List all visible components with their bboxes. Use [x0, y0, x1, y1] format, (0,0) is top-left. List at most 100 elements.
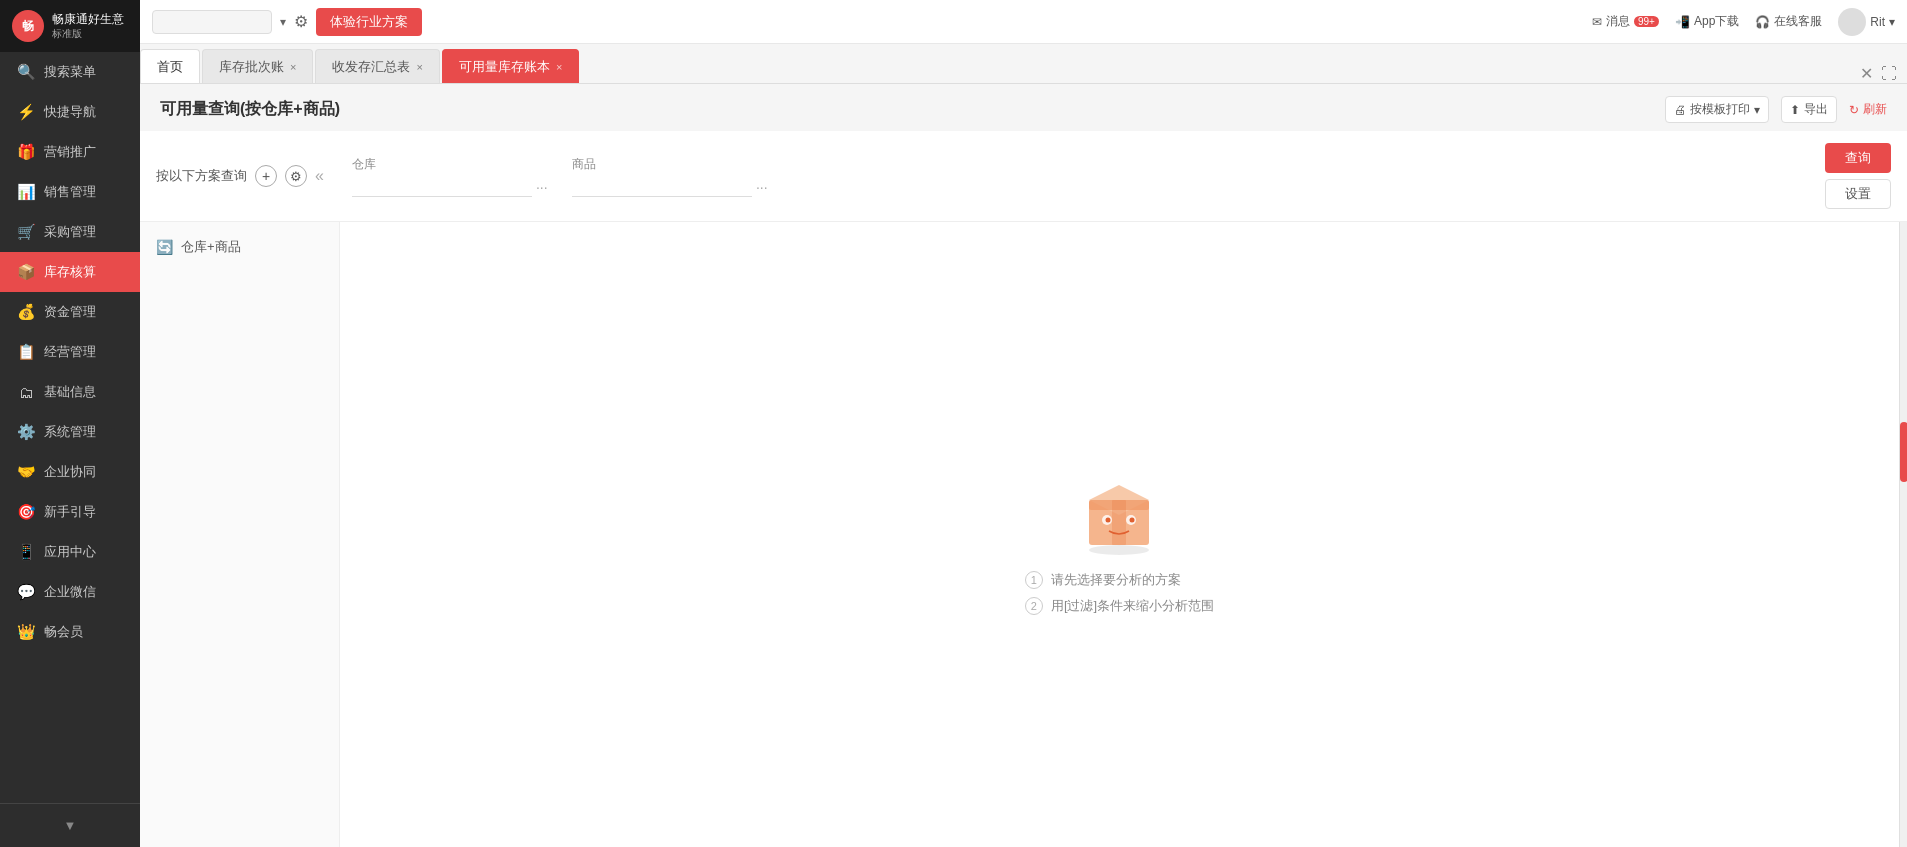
sidebar-bottom: ▼	[0, 803, 140, 847]
tip-num-1: 1	[1025, 571, 1043, 589]
target-icon: 🎯	[16, 503, 36, 521]
folder-icon: 🗂	[16, 384, 36, 401]
handshake-icon: 🤝	[16, 463, 36, 481]
export-icon: ⬆	[1790, 103, 1800, 117]
app-download-btn[interactable]: 📲 App下载	[1675, 13, 1739, 30]
tabbar-right: ✕ ⛶	[1850, 64, 1907, 83]
warehouse-field-label: 仓库	[352, 156, 552, 173]
tab-close-receipt-summary[interactable]: ×	[416, 61, 422, 73]
tab-close-batch-account[interactable]: ×	[290, 61, 296, 73]
sidebar-item-shortcut[interactable]: ⚡ 快捷导航	[0, 92, 140, 132]
topbar-gear-icon[interactable]: ⚙	[294, 12, 308, 31]
empty-tips: 1 请先选择要分析的方案 2 用[过滤]条件来缩小分析范围	[1025, 571, 1214, 615]
sidebar-item-basic[interactable]: 🗂 基础信息	[0, 372, 140, 412]
message-badge: 99+	[1634, 16, 1659, 27]
product-input[interactable]	[572, 177, 752, 197]
tip-item-2: 2 用[过滤]条件来缩小分析范围	[1025, 597, 1214, 615]
panel-layout: 🔄 仓库+商品	[140, 222, 1907, 847]
svg-point-0	[1089, 545, 1149, 555]
sidebar-item-wechat[interactable]: 💬 企业微信	[0, 572, 140, 612]
sidebar-scroll-down[interactable]: ▼	[0, 812, 140, 839]
print-icon: 🖨	[1674, 103, 1686, 117]
brand-info: 畅康通好生意 标准版	[52, 12, 124, 41]
filter-fields: 仓库 ··· 商品 ···	[352, 156, 1817, 197]
product-more-btn[interactable]: ···	[756, 179, 768, 195]
message-icon: ✉	[1592, 15, 1602, 29]
filter-row: 按以下方案查询 + ⚙ « 仓库 ··· 商品	[156, 143, 1891, 209]
brand-logo: 畅	[12, 10, 44, 42]
sidebar-item-vip[interactable]: 👑 畅会员	[0, 612, 140, 652]
tabbar: 首页 库存批次账 × 收发存汇总表 × 可用量库存账本 × ✕ ⛶	[140, 44, 1907, 84]
sidebar-item-finance[interactable]: 💰 资金管理	[0, 292, 140, 332]
warehouse-more-btn[interactable]: ···	[536, 179, 548, 195]
tab-maximize-btn[interactable]: ⛶	[1881, 65, 1897, 83]
filter-label: 按以下方案查询	[156, 167, 247, 185]
refresh-icon: ↻	[1849, 103, 1859, 117]
gear-icon: ⚙️	[16, 423, 36, 441]
empty-state: 1 请先选择要分析的方案 2 用[过滤]条件来缩小分析范围	[1025, 455, 1214, 615]
warehouse-input[interactable]	[352, 177, 532, 197]
filter-action-buttons: 查询 设置	[1825, 143, 1891, 209]
sidebar-item-search[interactable]: 🔍 搜索菜单	[0, 52, 140, 92]
settings-button[interactable]: 设置	[1825, 179, 1891, 209]
topbar-actions: ✉ 消息 99+ 📲 App下载 🎧 在线客服 Rit ▾	[1592, 8, 1895, 36]
tab-batch-account[interactable]: 库存批次账 ×	[202, 49, 313, 83]
print-button[interactable]: 🖨 按模板打印 ▾	[1665, 96, 1769, 123]
left-panel-item-warehouse-product[interactable]: 🔄 仓库+商品	[140, 230, 339, 264]
tab-close-available-ledger[interactable]: ×	[556, 61, 562, 73]
chart-icon: 📊	[16, 183, 36, 201]
print-dropdown-icon: ▾	[1754, 103, 1760, 117]
money-icon: 💰	[16, 303, 36, 321]
sidebar-item-system[interactable]: ⚙️ 系统管理	[0, 412, 140, 452]
tip-item-1: 1 请先选择要分析的方案	[1025, 571, 1214, 589]
sidebar-item-enterprise[interactable]: 🤝 企业协同	[0, 452, 140, 492]
tab-home[interactable]: 首页	[140, 49, 200, 83]
trial-button[interactable]: 体验行业方案	[316, 8, 422, 36]
main-area: ▾ ⚙ 体验行业方案 ✉ 消息 99+ 📲 App下载 🎧 在线客服 Rit ▾	[140, 0, 1907, 847]
tip-num-2: 2	[1025, 597, 1043, 615]
topbar: ▾ ⚙ 体验行业方案 ✉ 消息 99+ 📲 App下载 🎧 在线客服 Rit ▾	[140, 0, 1907, 44]
sidebar-item-operations[interactable]: 📋 经营管理	[0, 332, 140, 372]
product-field-label: 商品	[572, 156, 772, 173]
box-icon: 📦	[16, 263, 36, 281]
cart-icon: 🛒	[16, 223, 36, 241]
online-service-btn[interactable]: 🎧 在线客服	[1755, 13, 1822, 30]
crown-icon: 👑	[16, 623, 36, 641]
tab-available-ledger[interactable]: 可用量库存账本 ×	[442, 49, 579, 83]
content-area: 按以下方案查询 + ⚙ « 仓库 ··· 商品	[140, 131, 1907, 847]
query-button[interactable]: 查询	[1825, 143, 1891, 173]
page-actions: 🖨 按模板打印 ▾ ⬆ 导出 ↻ 刷新	[1665, 96, 1887, 123]
sidebar-item-appstore[interactable]: 📱 应用中心	[0, 532, 140, 572]
topbar-search-input[interactable]	[152, 10, 272, 34]
tab-close-all-btn[interactable]: ✕	[1860, 64, 1873, 83]
refresh-button[interactable]: ↻ 刷新	[1849, 101, 1887, 118]
svg-point-7	[1106, 517, 1111, 522]
sidebar-item-guide[interactable]: 🎯 新手引导	[0, 492, 140, 532]
sidebar-item-purchase[interactable]: 🛒 采购管理	[0, 212, 140, 252]
filter-settings-button[interactable]: ⚙	[285, 165, 307, 187]
warehouse-product-icon: 🔄	[156, 239, 173, 255]
sidebar-item-marketing[interactable]: 🎁 营销推广	[0, 132, 140, 172]
phone-icon: 📱	[16, 543, 36, 561]
left-panel: 🔄 仓库+商品	[140, 222, 340, 847]
message-btn[interactable]: ✉ 消息 99+	[1592, 13, 1659, 30]
svg-rect-4	[1112, 500, 1126, 545]
product-input-wrap: ···	[572, 177, 772, 197]
svg-point-8	[1130, 517, 1135, 522]
sidebar-item-sales[interactable]: 📊 销售管理	[0, 172, 140, 212]
user-menu[interactable]: Rit ▾	[1838, 8, 1895, 36]
export-button[interactable]: ⬆ 导出	[1781, 96, 1837, 123]
tab-receipt-summary[interactable]: 收发存汇总表 ×	[315, 49, 439, 83]
sidebar-item-inventory[interactable]: 📦 库存核算	[0, 252, 140, 292]
topbar-dropdown-btn[interactable]: ▾	[280, 15, 286, 29]
headset-icon: 🎧	[1755, 15, 1770, 29]
right-content: 1 请先选择要分析的方案 2 用[过滤]条件来缩小分析范围	[340, 222, 1899, 847]
filter-collapse-button[interactable]: «	[315, 167, 324, 185]
right-scrollbar[interactable]	[1899, 222, 1907, 847]
gift-icon: 🎁	[16, 143, 36, 161]
filter-add-button[interactable]: +	[255, 165, 277, 187]
shortcut-icon: ⚡	[16, 103, 36, 121]
page-title: 可用量查询(按仓库+商品)	[160, 99, 340, 120]
warehouse-filter-field: 仓库 ···	[352, 156, 552, 197]
sidebar-header: 畅 畅康通好生意 标准版	[0, 0, 140, 52]
